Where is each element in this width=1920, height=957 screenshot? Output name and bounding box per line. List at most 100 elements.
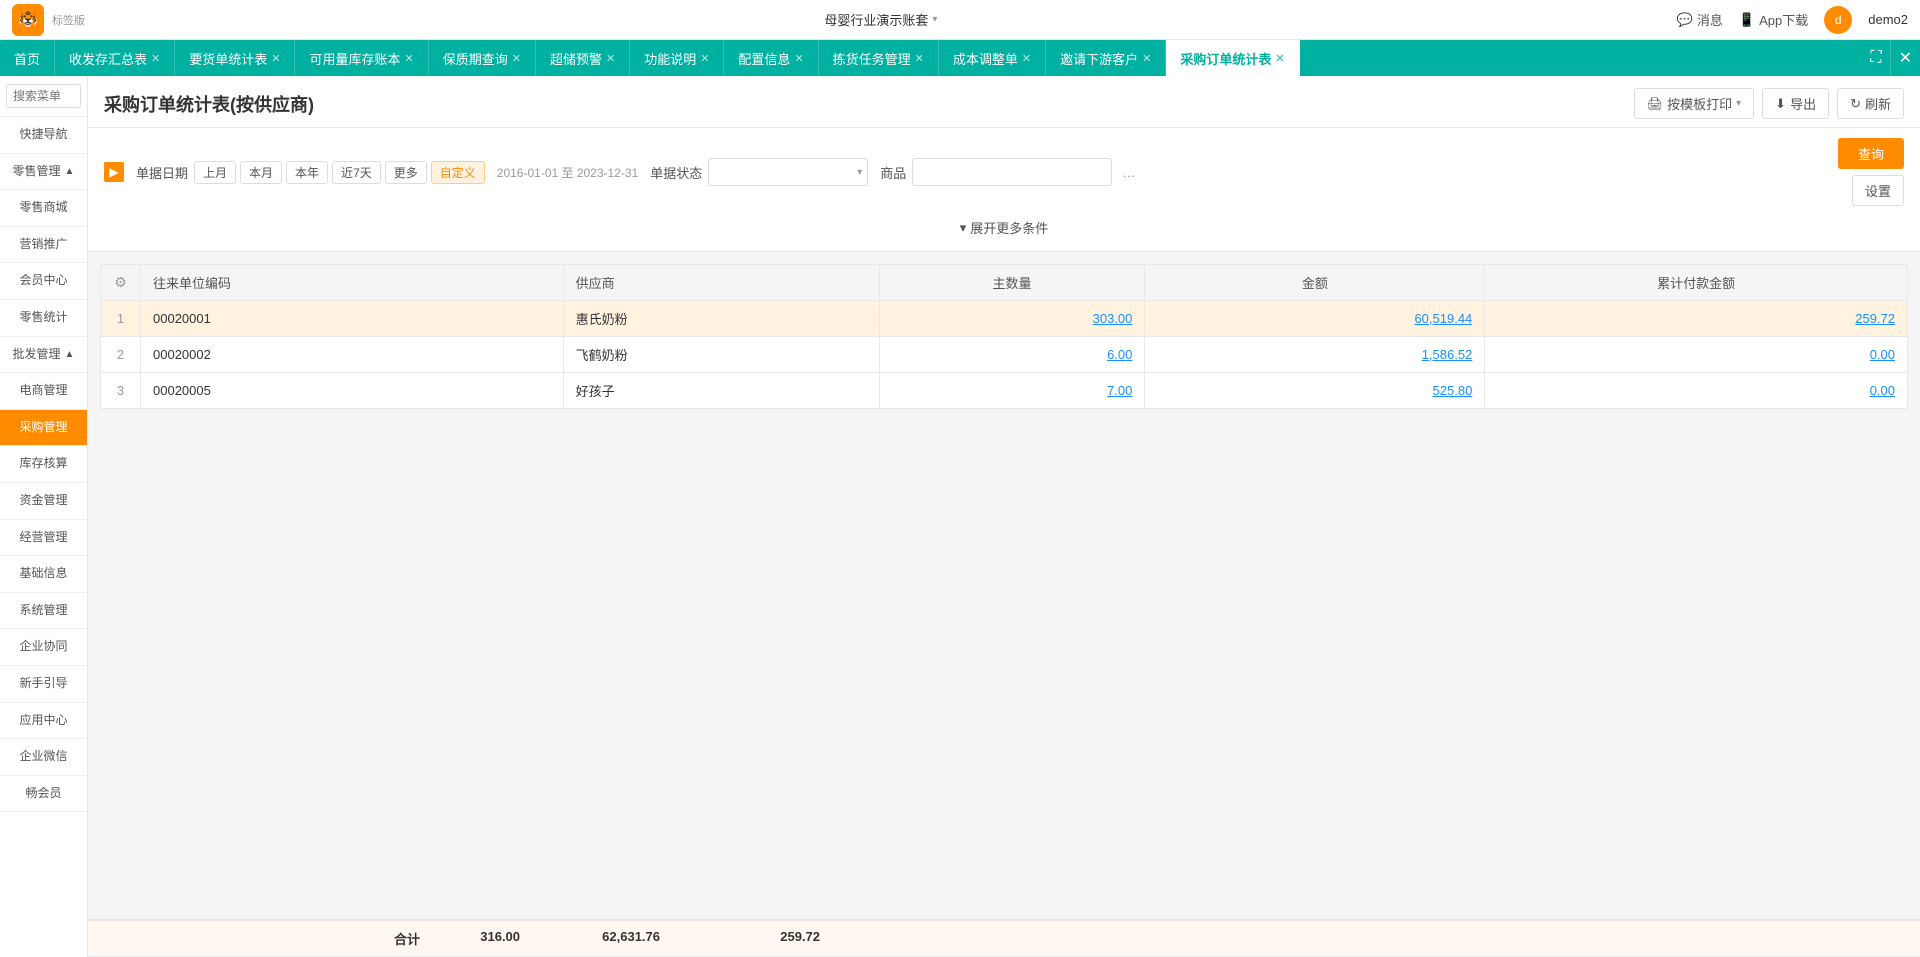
tab-yaohuodan-close-icon[interactable]: ✕ (271, 52, 280, 65)
filter-toggle-button[interactable]: ▶ (104, 162, 124, 182)
tab-chaochu[interactable]: 超储预警 ✕ (536, 40, 630, 76)
tab-home[interactable]: 首页 (0, 40, 55, 76)
sidebar-item-inventory[interactable]: 库存核算 (0, 446, 87, 483)
app-download-button[interactable]: 📱 App下载 (1739, 10, 1808, 29)
tab-yaohuodan[interactable]: 要货单统计表 ✕ (175, 40, 295, 76)
date-option-more[interactable]: 更多 (385, 161, 427, 184)
tab-kuyun-close-icon[interactable]: ✕ (405, 52, 414, 65)
sidebar-search-input[interactable] (6, 84, 81, 108)
print-button[interactable]: 🖨 按模板打印 ▾ (1634, 88, 1755, 119)
sidebar-item-member[interactable]: 会员中心 (0, 263, 87, 300)
sidebar-retail-arrow-icon: ▲ (65, 165, 75, 178)
row-seq: 3 (101, 373, 141, 409)
tab-pihuo-close-icon[interactable]: ✕ (915, 52, 924, 65)
sidebar-item-guide[interactable]: 新手引导 (0, 666, 87, 703)
filter-more-row: ▾ 展开更多条件 (104, 214, 1904, 241)
tab-shoufaa-label: 收发存汇总表 (69, 49, 147, 68)
sidebar-item-batch[interactable]: 批发管理 ▲ (0, 337, 87, 374)
expand-more-button[interactable]: ▾ 展开更多条件 (952, 214, 1057, 241)
tab-shoufaa[interactable]: 收发存汇总表 ✕ (55, 40, 175, 76)
date-option-this-year[interactable]: 本年 (286, 161, 328, 184)
table-row: 1 00020001 惠氏奶粉 303.00 60,519.44 259.72 (101, 301, 1908, 337)
tab-kuyun[interactable]: 可用量库存账本 ✕ (295, 40, 428, 76)
row-supplier: 飞鹤奶粉 (563, 337, 879, 373)
filter-status-select[interactable] (708, 158, 868, 186)
user-name[interactable]: demo2 (1868, 12, 1908, 27)
date-option-last-month[interactable]: 上月 (194, 161, 236, 184)
workspace-selector[interactable]: 母婴行业演示账套 ▾ (824, 10, 937, 29)
export-button[interactable]: ⬇ 导出 (1762, 88, 1829, 119)
table-settings-icon[interactable]: ⚙ (114, 274, 127, 290)
page-header-actions: 🖨 按模板打印 ▾ ⬇ 导出 ↻ 刷新 (1634, 88, 1904, 119)
row-code: 00020001 (141, 301, 564, 337)
sidebar-item-system[interactable]: 系统管理 (0, 593, 87, 630)
filter-settings-button[interactable]: 设置 (1852, 175, 1904, 206)
sidebar-item-ecom[interactable]: 电商管理 (0, 373, 87, 410)
tab-gongneng-close-icon[interactable]: ✕ (700, 52, 709, 65)
row-amount[interactable]: 1,586.52 (1145, 337, 1485, 373)
sidebar-item-retail-store[interactable]: 零售商城 (0, 190, 87, 227)
sidebar-item-retail-stats[interactable]: 零售统计 (0, 300, 87, 337)
tab-home-label: 首页 (14, 49, 40, 68)
filter-date-range: 2016-01-01 至 2023-12-31 (497, 164, 638, 181)
sidebar-item-appcenter[interactable]: 应用中心 (0, 703, 87, 740)
row-seq: 2 (101, 337, 141, 373)
date-custom-tag[interactable]: 自定义 (431, 161, 485, 184)
tab-yaoqing-close-icon[interactable]: ✕ (1142, 52, 1151, 65)
row-paid[interactable]: 0.00 (1485, 373, 1908, 409)
row-paid[interactable]: 0.00 (1485, 337, 1908, 373)
main-layout: 快捷导航 零售管理 ▲ 零售商城 营销推广 会员中心 零售统计 批发管理 ▲ 电 (0, 76, 1920, 957)
sidebar-item-finance[interactable]: 资金管理 (0, 483, 87, 520)
app-download-icon: 📱 (1739, 12, 1755, 28)
sidebar-item-corp[interactable]: 企业协同 (0, 629, 87, 666)
sidebar-item-wechat[interactable]: 企业微信 (0, 739, 87, 776)
message-button[interactable]: 💬 消息 (1677, 10, 1723, 29)
filter-goods-ellipsis-icon[interactable]: … (1118, 165, 1139, 180)
row-amount[interactable]: 60,519.44 (1145, 301, 1485, 337)
row-qty[interactable]: 303.00 (879, 301, 1145, 337)
col-qty-header: 主数量 (879, 265, 1145, 301)
filter-date-item: 单据日期 上月 本月 本年 近7天 更多 自定义 (136, 161, 485, 184)
sidebar-item-basic[interactable]: 基础信息 (0, 556, 87, 593)
row-amount[interactable]: 525.80 (1145, 373, 1485, 409)
tab-baocun[interactable]: 保质期查询 ✕ (429, 40, 536, 76)
tab-baocun-close-icon[interactable]: ✕ (512, 52, 521, 65)
tab-pihuo[interactable]: 拣货任务管理 ✕ (819, 40, 939, 76)
tab-yaoqing[interactable]: 邀请下游客户 ✕ (1046, 40, 1166, 76)
print-label: 按模板打印 (1667, 94, 1732, 113)
tab-caigou-close-icon[interactable]: ✕ (1275, 52, 1284, 65)
refresh-button[interactable]: ↻ 刷新 (1837, 88, 1904, 119)
tab-peizhi-close-icon[interactable]: ✕ (794, 52, 803, 65)
content-area: 采购订单统计表(按供应商) 🖨 按模板打印 ▾ ⬇ 导出 ↻ 刷新 (88, 76, 1920, 957)
message-icon: 💬 (1677, 12, 1693, 28)
nav-close-all-button[interactable]: ✕ (1890, 40, 1920, 76)
tab-gongneng[interactable]: 功能说明 ✕ (630, 40, 724, 76)
tab-shoufaa-close-icon[interactable]: ✕ (151, 52, 160, 65)
tab-chengben-close-icon[interactable]: ✕ (1022, 52, 1031, 65)
tab-chaochu-close-icon[interactable]: ✕ (606, 52, 615, 65)
tab-caigou[interactable]: 采购订单统计表 ✕ (1166, 40, 1299, 76)
filter-goods-input[interactable] (912, 158, 1112, 186)
tab-chengben[interactable]: 成本调整单 ✕ (939, 40, 1046, 76)
sidebar-item-marketing[interactable]: 营销推广 (0, 227, 87, 264)
sidebar-item-ops[interactable]: 经营管理 (0, 520, 87, 557)
avatar[interactable]: d (1824, 6, 1852, 34)
row-paid[interactable]: 259.72 (1485, 301, 1908, 337)
sidebar-item-retail[interactable]: 零售管理 ▲ (0, 154, 87, 191)
expand-more-label: 展开更多条件 (970, 218, 1048, 237)
sidebar-item-purchase[interactable]: 采购管理 (0, 410, 87, 447)
row-qty[interactable]: 7.00 (879, 373, 1145, 409)
filter-status-select-wrap: ▾ (708, 158, 868, 186)
avatar-text: d (1835, 13, 1842, 27)
sidebar-item-quicknav[interactable]: 快捷导航 (0, 117, 87, 154)
date-option-last-7-days[interactable]: 近7天 (332, 161, 381, 184)
nav-expand-button[interactable]: ⛶ (1862, 40, 1889, 76)
query-button[interactable]: 查询 (1838, 138, 1904, 169)
filter-right-actions: 查询 设置 (1838, 138, 1904, 206)
date-option-this-month[interactable]: 本月 (240, 161, 282, 184)
sidebar-corp-label: 企业协同 (19, 639, 67, 653)
row-qty[interactable]: 6.00 (879, 337, 1145, 373)
tab-peizhi[interactable]: 配置信息 ✕ (724, 40, 818, 76)
sidebar-purchase-label: 采购管理 (19, 420, 67, 434)
sidebar-item-member2[interactable]: 畅会员 (0, 776, 87, 813)
